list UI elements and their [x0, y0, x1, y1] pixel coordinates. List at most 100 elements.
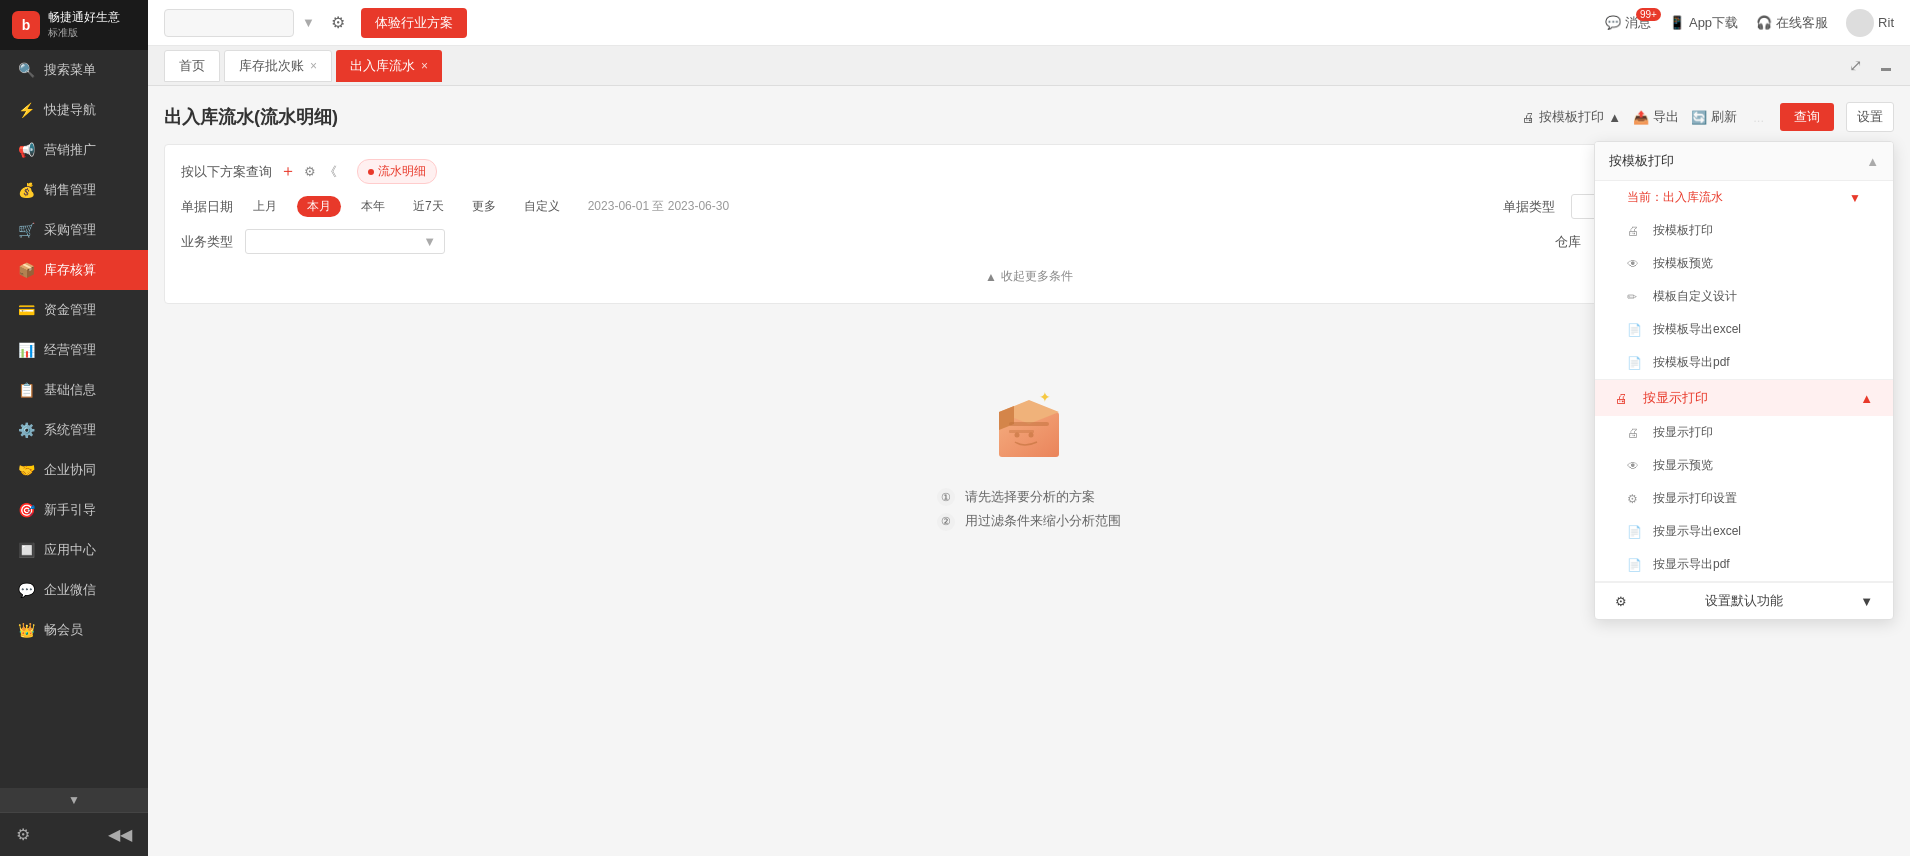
tab-batch-close[interactable]: ×	[310, 59, 317, 73]
template-print-item[interactable]: 🖨 按模板打印	[1595, 214, 1893, 247]
filter-gear-icon[interactable]: ⚙	[304, 164, 316, 179]
dropdown-template-section: 🖨 按模板打印 👁 按模板预览 ✏ 模板自定义设计 📄 按模板导出excel 📄	[1595, 214, 1893, 380]
refresh-button[interactable]: 🔄 刷新	[1691, 108, 1737, 126]
printer-small-icon: 🖨	[1627, 224, 1645, 238]
lightning-icon: ⚡	[16, 102, 36, 118]
empty-box-svg: ✦	[979, 372, 1079, 472]
svg-text:✦: ✦	[1039, 389, 1051, 405]
date-option-this-year[interactable]: 本年	[353, 196, 393, 217]
tab-flow-close[interactable]: ×	[421, 59, 428, 73]
purchase-icon: 🛒	[16, 222, 36, 238]
sidebar-item-member[interactable]: 👑 畅会员	[0, 610, 148, 650]
excel-icon: 📄	[1627, 323, 1645, 337]
tabbar: 首页 库存批次账 × 出入库流水 × ⤢ 🗕	[148, 46, 1910, 86]
tab-batch[interactable]: 库存批次账 ×	[224, 50, 332, 82]
sidebar-item-purchase[interactable]: 🛒 采购管理	[0, 210, 148, 250]
headset-icon: 🎧	[1756, 15, 1772, 30]
template-pdf-item[interactable]: 📄 按模板导出pdf	[1595, 346, 1893, 379]
query-button[interactable]: 查询	[1780, 103, 1834, 131]
display-preview-item[interactable]: 👁 按显示预览	[1595, 449, 1893, 482]
page-content: 出入库流水(流水明细) 🖨 按模板打印 ▲ 📤 导出 🔄 刷新 ... 查询 设…	[148, 86, 1910, 856]
dropdown-display-section: 🖨 按显示打印 ▲ 🖨 按显示打印 👁 按显示预览 ⚙ 按显示打印设置	[1595, 380, 1893, 582]
sidebar-item-newguide[interactable]: 🎯 新手引导	[0, 490, 148, 530]
sidebar-item-operation[interactable]: 📊 经营管理	[0, 330, 148, 370]
customer-service-button[interactable]: 🎧 在线客服	[1756, 14, 1828, 32]
business-type-select[interactable]: ▼	[245, 229, 445, 254]
topbar-dropdown-chevron[interactable]: ▼	[302, 15, 315, 30]
user-avatar[interactable]: Rit	[1846, 9, 1894, 37]
avatar-image	[1846, 9, 1874, 37]
date-option-7days[interactable]: 近7天	[405, 196, 452, 217]
topbar-search-input[interactable]	[164, 9, 294, 37]
display-excel-item[interactable]: 📄 按显示导出excel	[1595, 515, 1893, 548]
app-name: 畅捷通好生意 标准版	[48, 10, 120, 40]
topbar: ▼ ⚙ 体验行业方案 💬 消息 99+ 📱 App下载 🎧 在线客服 Rit	[148, 0, 1910, 46]
display-print-icon: 🖨	[1615, 391, 1635, 406]
app-logo-icon: b	[12, 11, 40, 39]
display-section-chevron: ▲	[1860, 391, 1873, 406]
display-excel-icon: 📄	[1627, 525, 1645, 539]
sidebar-item-basic[interactable]: 📋 基础信息	[0, 370, 148, 410]
sidebar-item-wechat[interactable]: 💬 企业微信	[0, 570, 148, 610]
settings-icon[interactable]: ⚙	[16, 825, 30, 844]
template-excel-item[interactable]: 📄 按模板导出excel	[1595, 313, 1893, 346]
wechat-icon: 💬	[16, 582, 36, 598]
print-template-button[interactable]: 🖨 按模板打印 ▲	[1522, 108, 1621, 126]
filter-add-icon[interactable]: ＋	[280, 161, 296, 182]
date-option-last-month[interactable]: 上月	[245, 196, 285, 217]
empty-state-illustration: ✦	[979, 372, 1079, 472]
industry-solution-button[interactable]: 体验行业方案	[361, 8, 467, 38]
dropdown-header-chevron[interactable]: ▲	[1866, 154, 1879, 169]
message-button[interactable]: 💬 消息 99+	[1605, 14, 1651, 32]
inventory-icon: 📦	[16, 262, 36, 278]
display-settings-icon: ⚙	[1627, 492, 1645, 506]
template-preview-item[interactable]: 👁 按模板预览	[1595, 247, 1893, 280]
settings-button[interactable]: 设置	[1846, 102, 1894, 132]
dropdown-current-chevron: ▼	[1849, 191, 1861, 205]
sidebar-item-marketing[interactable]: 📢 营销推广	[0, 130, 148, 170]
sidebar-item-sales[interactable]: 💰 销售管理	[0, 170, 148, 210]
date-option-more[interactable]: 更多	[464, 196, 504, 217]
display-print-item[interactable]: 🖨 按显示打印	[1595, 416, 1893, 449]
phone-icon: 📱	[1669, 15, 1685, 30]
sidebar-item-system[interactable]: ⚙️ 系统管理	[0, 410, 148, 450]
collapse-sidebar-icon[interactable]: ◀◀	[108, 825, 132, 844]
dropdown-footer-settings[interactable]: ⚙ 设置默认功能 ▼	[1595, 582, 1893, 619]
collapse-up-icon: ▲	[985, 270, 997, 284]
display-printer-icon: 🖨	[1627, 426, 1645, 440]
sidebar-item-quicknav[interactable]: ⚡ 快捷导航	[0, 90, 148, 130]
svg-rect-3	[1009, 422, 1049, 426]
refresh-icon: 🔄	[1691, 110, 1707, 125]
active-filter-dot	[368, 169, 374, 175]
tab-flow[interactable]: 出入库流水 ×	[336, 50, 442, 82]
tab-home[interactable]: 首页	[164, 50, 220, 82]
export-icon: 📤	[1633, 110, 1649, 125]
tab-minimize-icon[interactable]: 🗕	[1878, 57, 1894, 75]
export-button[interactable]: 📤 导出	[1633, 108, 1679, 126]
sidebar-bottom: ⚙ ◀◀	[0, 812, 148, 856]
date-option-this-month[interactable]: 本月	[297, 196, 341, 217]
display-pdf-item[interactable]: 📄 按显示导出pdf	[1595, 548, 1893, 581]
tab-expand-icon[interactable]: ⤢	[1849, 56, 1862, 75]
sidebar-item-finance[interactable]: 💳 资金管理	[0, 290, 148, 330]
system-icon: ⚙️	[16, 422, 36, 438]
date-option-custom[interactable]: 自定义	[516, 196, 568, 217]
display-settings-item[interactable]: ⚙ 按显示打印设置	[1595, 482, 1893, 515]
active-filter-tag[interactable]: 流水明细	[357, 159, 437, 184]
default-settings-icon: ⚙	[1615, 594, 1627, 609]
message-icon: 💬	[1605, 15, 1621, 30]
filter-collapse-icon[interactable]: 《	[324, 163, 337, 181]
app-download-button[interactable]: 📱 App下载	[1669, 14, 1738, 32]
sidebar-item-search[interactable]: 🔍 搜索菜单	[0, 50, 148, 90]
sidebar-nav: 🔍 搜索菜单 ⚡ 快捷导航 📢 营销推广 💰 销售管理 🛒 采购管理 📦 库存核…	[0, 50, 148, 788]
print-chevron-up: ▲	[1608, 110, 1621, 125]
sidebar-item-enterprise[interactable]: 🤝 企业协同	[0, 450, 148, 490]
sidebar-item-appcenter[interactable]: 🔲 应用中心	[0, 530, 148, 570]
topbar-gear-icon[interactable]: ⚙	[331, 13, 345, 32]
sales-icon: 💰	[16, 182, 36, 198]
template-custom-item[interactable]: ✏ 模板自定义设计	[1595, 280, 1893, 313]
sidebar-item-inventory[interactable]: 📦 库存核算	[0, 250, 148, 290]
svg-point-7	[1029, 432, 1034, 437]
display-print-header[interactable]: 🖨 按显示打印 ▲	[1595, 380, 1893, 416]
sidebar-scroll-down[interactable]: ▼	[0, 788, 148, 812]
